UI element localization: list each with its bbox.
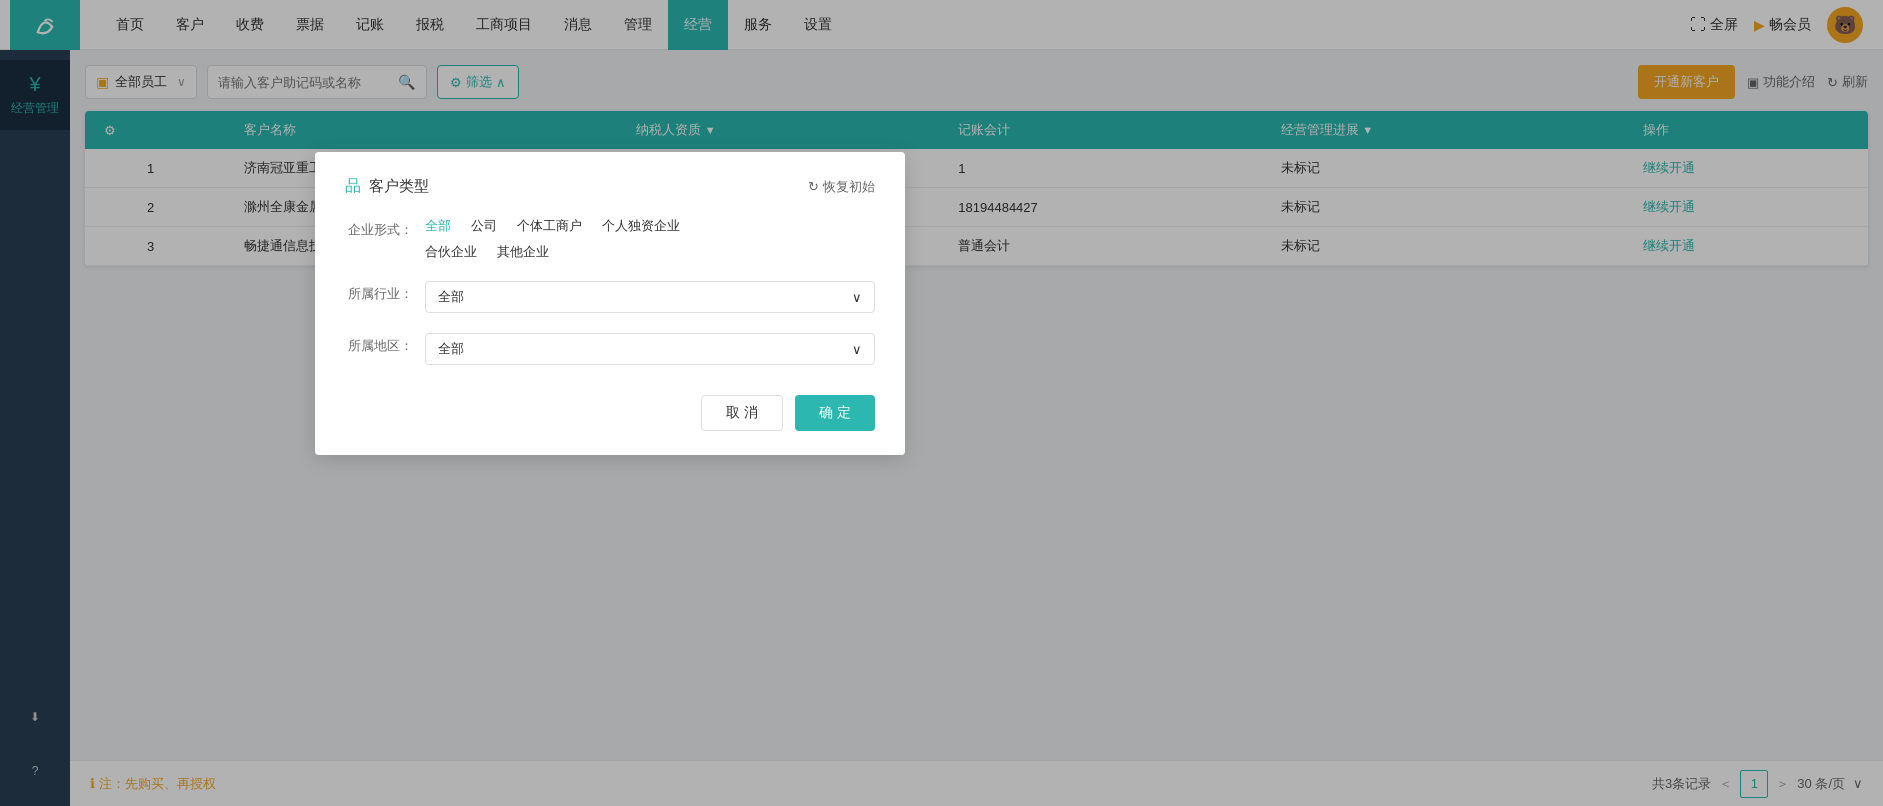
industry-form-label: 所属行业：	[345, 281, 425, 303]
restore-icon: ↻	[808, 179, 819, 194]
enterprise-form-row: 企业形式： 全部 公司 个体工商户 个人独资企业 合伙企业 其他企业	[345, 217, 875, 261]
type-option-company[interactable]: 公司	[471, 217, 497, 235]
dialog-footer: 取 消 确 定	[345, 395, 875, 431]
industry-select[interactable]: 全部 ∨	[425, 281, 875, 313]
region-form-row: 所属地区： 全部 ∨	[345, 333, 875, 365]
filter-dialog: 品 客户类型 ↻ 恢复初始 企业形式： 全部 公司 个体工商户 个人独资企业 合…	[315, 152, 905, 455]
type-option-all[interactable]: 全部	[425, 217, 451, 235]
type-option-partnership[interactable]: 合伙企业	[425, 243, 477, 261]
enterprise-type-row: 全部 公司 个体工商户 个人独资企业	[425, 217, 875, 235]
industry-select-wrapper: 全部 ∨	[425, 281, 875, 313]
region-dropdown-icon: ∨	[852, 342, 862, 357]
cancel-button[interactable]: 取 消	[701, 395, 783, 431]
dialog-title-icon: 品	[345, 176, 361, 197]
confirm-button[interactable]: 确 定	[795, 395, 875, 431]
restore-label: 恢复初始	[823, 178, 875, 196]
type-option-individual[interactable]: 个体工商户	[517, 217, 582, 235]
dialog-header: 品 客户类型 ↻ 恢复初始	[345, 176, 875, 197]
region-select-wrapper: 全部 ∨	[425, 333, 875, 365]
region-value: 全部	[438, 340, 464, 358]
industry-form-row: 所属行业： 全部 ∨	[345, 281, 875, 313]
enterprise-form-label: 企业形式：	[345, 217, 425, 239]
overlay[interactable]: 品 客户类型 ↻ 恢复初始 企业形式： 全部 公司 个体工商户 个人独资企业 合…	[0, 0, 1883, 806]
industry-value: 全部	[438, 288, 464, 306]
enterprise-options: 全部 公司 个体工商户 个人独资企业 合伙企业 其他企业	[425, 217, 875, 261]
region-select[interactable]: 全部 ∨	[425, 333, 875, 365]
region-form-label: 所属地区：	[345, 333, 425, 355]
type-option-other[interactable]: 其他企业	[497, 243, 549, 261]
dialog-title-text: 客户类型	[369, 177, 429, 196]
type-option-sole[interactable]: 个人独资企业	[602, 217, 680, 235]
restore-button[interactable]: ↻ 恢复初始	[808, 178, 875, 196]
industry-dropdown-icon: ∨	[852, 290, 862, 305]
dialog-title: 品 客户类型	[345, 176, 429, 197]
